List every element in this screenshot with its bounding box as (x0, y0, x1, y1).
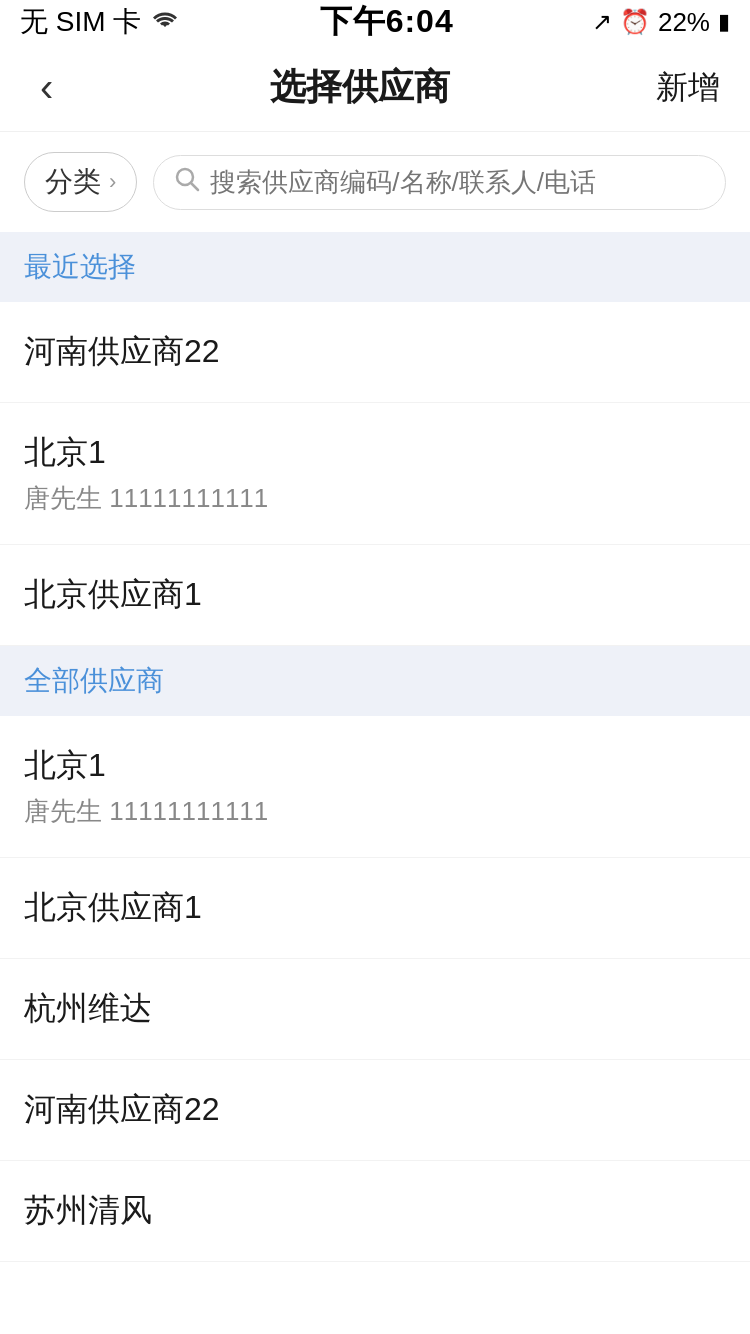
location-icon: ↗ (592, 8, 612, 36)
category-label: 分类 (45, 163, 101, 201)
item-contact: 唐先生 11111111111 (24, 794, 726, 829)
wifi-icon (149, 6, 181, 38)
recent-list: 河南供应商22 北京1 唐先生 11111111111 北京供应商1 (0, 302, 750, 646)
item-name: 杭州维达 (24, 987, 726, 1031)
item-contact: 唐先生 11111111111 (24, 481, 726, 516)
item-name: 北京供应商1 (24, 886, 726, 930)
list-item[interactable]: 北京供应商1 (0, 545, 750, 646)
search-input[interactable] (210, 167, 705, 198)
item-name: 苏州清风 (24, 1189, 726, 1233)
recent-section-label: 最近选择 (24, 251, 136, 282)
all-list: 北京1 唐先生 11111111111 北京供应商1 杭州维达河南供应商22 苏州清风 (0, 716, 750, 1262)
list-item[interactable]: 北京1 唐先生 11111111111 (0, 716, 750, 858)
svg-line-1 (191, 183, 198, 190)
list-item[interactable]: 河南供应商22 (0, 1060, 750, 1161)
battery-icon: ▮ (718, 9, 730, 35)
nav-bar: ‹ 选择供应商 新增 (0, 44, 750, 132)
category-button[interactable]: 分类 › (24, 152, 137, 212)
all-section-label: 全部供应商 (24, 665, 164, 696)
list-item[interactable]: 北京1 唐先生 11111111111 (0, 403, 750, 545)
status-right: ↗ ⏰ 22% ▮ (592, 7, 730, 38)
status-left: 无 SIM 卡 (20, 3, 181, 41)
list-item[interactable]: 河南供应商22 (0, 302, 750, 403)
recent-section-header: 最近选择 (0, 232, 750, 302)
list-item[interactable]: 苏州清风 (0, 1161, 750, 1262)
search-icon (174, 166, 200, 199)
no-sim-text: 无 SIM 卡 (20, 3, 141, 41)
filter-bar: 分类 › (0, 132, 750, 232)
status-bar: 无 SIM 卡 下午6:04 ↗ ⏰ 22% ▮ (0, 0, 750, 44)
status-time: 下午6:04 (320, 0, 454, 44)
all-section-header: 全部供应商 (0, 646, 750, 716)
new-action-button[interactable]: 新增 (656, 66, 720, 110)
item-name: 北京1 (24, 744, 726, 788)
alarm-icon: ⏰ (620, 8, 650, 36)
chevron-right-icon: › (109, 169, 116, 195)
item-name: 北京1 (24, 431, 726, 475)
item-name: 北京供应商1 (24, 573, 726, 617)
item-name: 河南供应商22 (24, 330, 726, 374)
item-name: 河南供应商22 (24, 1088, 726, 1132)
search-box (153, 155, 726, 210)
back-button[interactable]: ‹ (30, 55, 63, 120)
list-item[interactable]: 北京供应商1 (0, 858, 750, 959)
page-title: 选择供应商 (270, 63, 450, 112)
list-item[interactable]: 杭州维达 (0, 959, 750, 1060)
battery-text: 22% (658, 7, 710, 38)
